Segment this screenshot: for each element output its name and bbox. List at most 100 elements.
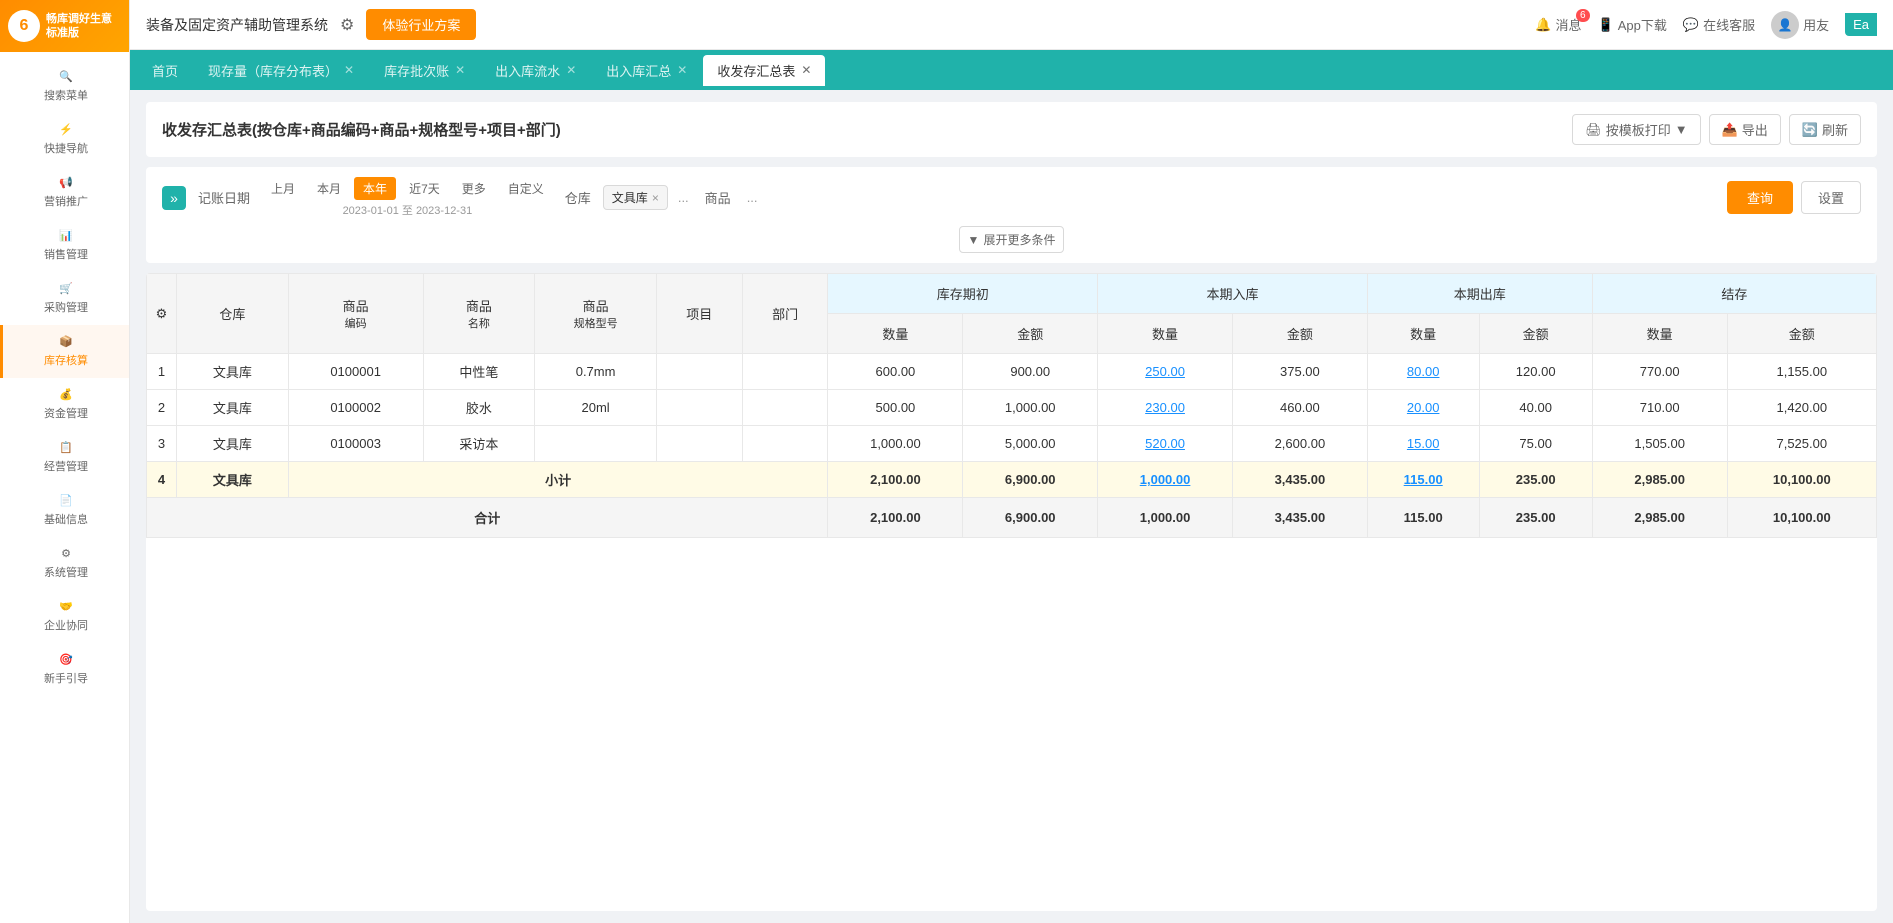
settings-icon[interactable]: ⚙ — [340, 15, 354, 35]
marketing-icon: 📢 — [59, 176, 73, 189]
tab-inout-summary-close[interactable]: ✕ — [677, 63, 687, 77]
tab-inout-summary[interactable]: 出入库汇总 ✕ — [592, 55, 701, 86]
tab-inout-flow-close[interactable]: ✕ — [566, 63, 576, 77]
print-button[interactable]: 🖨 按模板打印 ▼ — [1572, 114, 1700, 145]
row3-out-qty[interactable]: 15.00 — [1367, 426, 1479, 462]
subtotal-out-amt: 235.00 — [1479, 462, 1592, 498]
subtotal-out-qty[interactable]: 115.00 — [1367, 462, 1479, 498]
sidebar-nav: 🔍 搜索菜单 ⚡ 快捷导航 📢 营销推广 📊 销售管理 🛒 采购管理 📦 — [0, 52, 129, 923]
purchase-icon: 🛒 — [59, 282, 73, 295]
subtotal-in-qty[interactable]: 1,000.00 — [1098, 462, 1233, 498]
print-dropdown-icon: ▼ — [1675, 122, 1688, 137]
subtotal-bal-amt: 10,100.00 — [1727, 462, 1876, 498]
query-button[interactable]: 查询 — [1727, 181, 1793, 214]
row2-out-qty[interactable]: 20.00 — [1367, 390, 1479, 426]
th-spec: 商品规格型号 — [535, 274, 657, 354]
sidebar-item-marketing[interactable]: 📢 营销推广 — [0, 166, 129, 219]
row3-spec — [535, 426, 657, 462]
sidebar-item-operations[interactable]: 📋 经营管理 — [0, 431, 129, 484]
tab-recv-send-close[interactable]: ✕ — [801, 63, 811, 77]
tab-inout-summary-label: 出入库汇总 — [606, 61, 671, 80]
sidebar-item-label: 快捷导航 — [44, 140, 88, 156]
export-button[interactable]: 📤 导出 — [1709, 114, 1781, 145]
warehouse-dots[interactable]: ... — [674, 190, 693, 205]
row1-in-qty[interactable]: 250.00 — [1098, 354, 1233, 390]
tab-stock-dist[interactable]: 现存量（库存分布表） ✕ — [194, 55, 368, 86]
sidebar-item-search[interactable]: 🔍 搜索菜单 — [0, 60, 129, 113]
tab-batch-close[interactable]: ✕ — [455, 63, 465, 77]
header-right: 🔔 消息 6 📱 App下载 💬 在线客服 👤 用友 — [1535, 11, 1877, 39]
avatar-initials: 👤 — [1778, 18, 1793, 32]
row2-in-qty[interactable]: 230.00 — [1098, 390, 1233, 426]
total-open-qty: 2,100.00 — [828, 498, 963, 538]
sidebar-item-guide[interactable]: 🎯 新手引导 — [0, 643, 129, 696]
row2-project — [656, 390, 742, 426]
table-settings-col[interactable]: ⚙ — [147, 274, 177, 354]
row1-dept — [742, 354, 828, 390]
trial-button[interactable]: 体验行业方案 — [366, 9, 476, 40]
sidebar-item-sales[interactable]: 📊 销售管理 — [0, 219, 129, 272]
date-btn-custom[interactable]: 自定义 — [499, 177, 553, 200]
subtotal-name: 小计 — [288, 462, 828, 498]
row2-in-amt: 460.00 — [1232, 390, 1367, 426]
sidebar-item-enterprise[interactable]: 🤝 企业协同 — [0, 590, 129, 643]
date-btn-last-month[interactable]: 上月 — [262, 177, 304, 200]
date-btn-this-month[interactable]: 本月 — [308, 177, 350, 200]
date-btn-more[interactable]: 更多 — [453, 177, 495, 200]
row3-bal-amt: 7,525.00 — [1727, 426, 1876, 462]
sidebar-item-purchase[interactable]: 🛒 采购管理 — [0, 272, 129, 325]
tab-home-label: 首页 — [152, 61, 178, 80]
sales-icon: 📊 — [59, 229, 73, 242]
set-button[interactable]: 设置 — [1801, 181, 1861, 214]
operations-icon: 📋 — [59, 441, 73, 454]
row1-out-qty[interactable]: 80.00 — [1367, 354, 1479, 390]
tab-home[interactable]: 首页 — [138, 55, 192, 86]
sidebar-item-label: 企业协同 — [44, 617, 88, 633]
date-filter: 上月 本月 本年 近7天 更多 自定义 2023-01-01 至 2023-12… — [262, 177, 553, 218]
sidebar-item-quick-nav[interactable]: ⚡ 快捷导航 — [0, 113, 129, 166]
sidebar-item-system[interactable]: ⚙ 系统管理 — [0, 537, 129, 590]
print-label: 按模板打印 — [1606, 120, 1671, 139]
expand-conditions-button[interactable]: ▼ 展开更多条件 — [959, 226, 1065, 253]
date-btn-this-year[interactable]: 本年 — [354, 177, 396, 200]
sidebar-item-basic-info[interactable]: 📄 基础信息 — [0, 484, 129, 537]
filter-row: » 记账日期 上月 本月 本年 近7天 更多 自定义 2023-01-01 至 … — [162, 177, 1861, 218]
filter-toggle-button[interactable]: » — [162, 186, 186, 210]
date-btn-7days[interactable]: 近7天 — [400, 177, 449, 200]
row1-spec: 0.7mm — [535, 354, 657, 390]
row2-bal-amt: 1,420.00 — [1727, 390, 1876, 426]
total-row: 合计 2,100.00 6,900.00 1,000.00 3,435.00 1… — [147, 498, 1877, 538]
date-options-row: 上月 本月 本年 近7天 更多 自定义 — [262, 177, 553, 200]
total-label: 合计 — [147, 498, 828, 538]
app-download-action[interactable]: 📱 App下载 — [1598, 15, 1667, 34]
row3-dept — [742, 426, 828, 462]
quick-nav-icon: ⚡ — [59, 123, 73, 136]
online-service-action[interactable]: 💬 在线客服 — [1683, 15, 1755, 34]
app-download-label: App下载 — [1618, 15, 1667, 34]
tab-recv-send[interactable]: 收发存汇总表 ✕ — [703, 55, 825, 86]
row3-open-amt: 5,000.00 — [963, 426, 1098, 462]
table-row: 1 文具库 0100001 中性笔 0.7mm 600.00 900.00 25… — [147, 354, 1877, 390]
row3-open-qty: 1,000.00 — [828, 426, 963, 462]
warehouse-tag-close[interactable]: × — [652, 191, 659, 205]
row1-out-amt: 120.00 — [1479, 354, 1592, 390]
inventory-icon: 📦 — [59, 335, 73, 348]
user-action[interactable]: 👤 用友 — [1771, 11, 1829, 39]
sidebar-item-finance[interactable]: 💰 资金管理 — [0, 378, 129, 431]
tab-stock-dist-close[interactable]: ✕ — [344, 63, 354, 77]
row3-in-qty[interactable]: 520.00 — [1098, 426, 1233, 462]
export-label: 导出 — [1742, 120, 1768, 139]
row3-warehouse: 文具库 — [177, 426, 289, 462]
th-warehouse: 仓库 — [177, 274, 289, 354]
message-action[interactable]: 🔔 消息 6 — [1535, 15, 1581, 34]
goods-dots[interactable]: ... — [743, 190, 762, 205]
row3-bal-qty: 1,505.00 — [1592, 426, 1727, 462]
refresh-button[interactable]: 🔄 刷新 — [1789, 114, 1861, 145]
tab-batch[interactable]: 库存批次账 ✕ — [370, 55, 479, 86]
subtotal-warehouse: 文具库 — [177, 462, 289, 498]
sidebar-item-inventory[interactable]: 📦 库存核算 — [0, 325, 129, 378]
th-bal-qty: 数量 — [1592, 314, 1727, 354]
th-dept: 部门 — [742, 274, 828, 354]
refresh-label: 刷新 — [1822, 120, 1848, 139]
tab-inout-flow[interactable]: 出入库流水 ✕ — [481, 55, 590, 86]
